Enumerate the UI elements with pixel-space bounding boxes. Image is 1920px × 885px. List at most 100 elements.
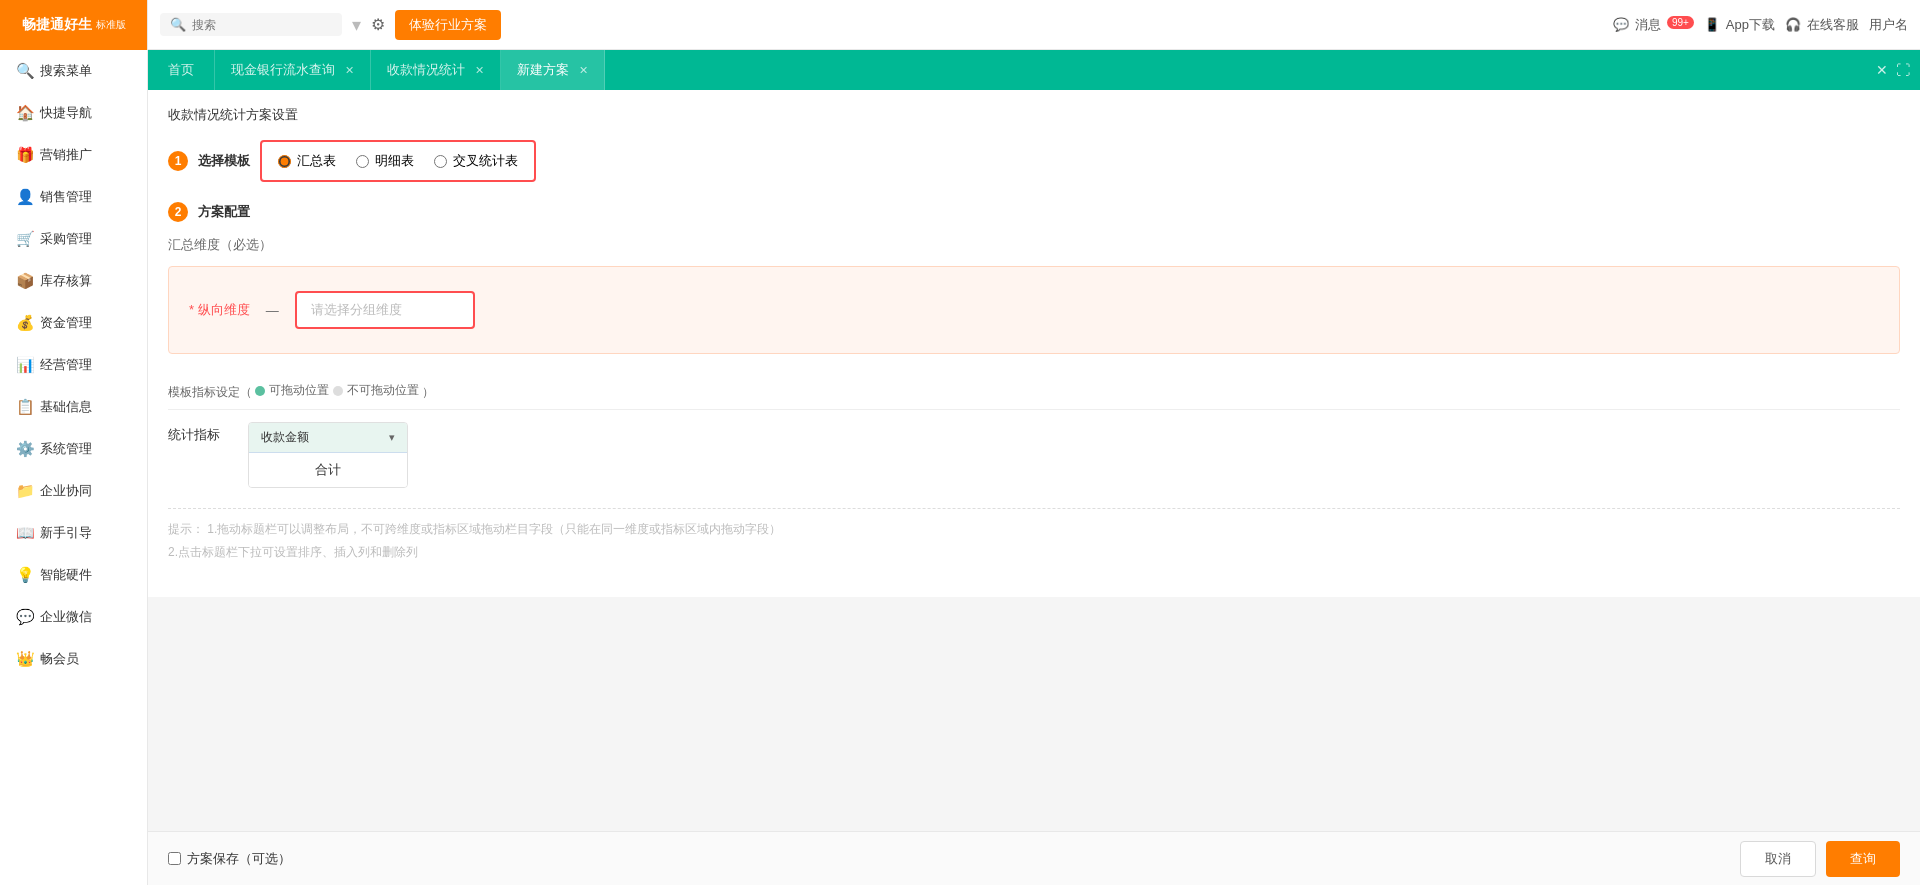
- search-input[interactable]: [192, 18, 332, 32]
- step2-header: 2 方案配置: [168, 202, 1900, 222]
- search-icon: 🔍: [170, 17, 186, 32]
- draggable-dot: [255, 386, 265, 396]
- metrics-dropdown-icon[interactable]: ▾: [389, 431, 395, 444]
- top-header: 🔍 ▾ ⚙ 体验行业方案 💬 消息 99+ 📱 App下载 🎧 在线客服 用户名: [148, 0, 1920, 50]
- sidebar-item-operations[interactable]: 📊 经营管理: [0, 344, 147, 386]
- brand-name: 畅捷通好生: [22, 16, 92, 34]
- radio-detail-label: 明细表: [375, 152, 414, 170]
- sidebar-label-inventory: 库存核算: [40, 272, 92, 290]
- basic-info-icon: 📋: [16, 398, 32, 416]
- tab-collection-stats[interactable]: 收款情况统计 ✕: [371, 50, 501, 90]
- sidebar-item-quick-nav[interactable]: 🏠 快捷导航: [0, 92, 147, 134]
- sidebar-label-finance: 资金管理: [40, 314, 92, 332]
- sidebar-item-system[interactable]: ⚙️ 系统管理: [0, 428, 147, 470]
- draggable-label: 可拖动位置: [269, 382, 329, 399]
- system-icon: ⚙️: [16, 440, 32, 458]
- page-container: 收款情况统计方案设置 1 选择模板 汇总表: [148, 90, 1920, 597]
- tab-home-label: 首页: [168, 61, 194, 79]
- sidebar-item-search-menu[interactable]: 🔍 搜索菜单: [0, 50, 147, 92]
- content-area: 收款情况统计方案设置 1 选择模板 汇总表: [148, 90, 1920, 831]
- beginner-guide-icon: 📖: [16, 524, 32, 542]
- sidebar-item-smart-hardware[interactable]: 💡 智能硬件: [0, 554, 147, 596]
- radio-detail-input[interactable]: [356, 155, 369, 168]
- sidebar-item-sales[interactable]: 👤 销售管理: [0, 176, 147, 218]
- save-checkbox[interactable]: [168, 852, 181, 865]
- sidebar-item-beginner-guide[interactable]: 📖 新手引导: [0, 512, 147, 554]
- search-box[interactable]: 🔍: [160, 13, 342, 36]
- footer-bar: 方案保存（可选） 取消 查询: [148, 831, 1920, 885]
- sidebar-label-marketing: 营销推广: [40, 146, 92, 164]
- sidebar-item-marketing[interactable]: 🎁 营销推广: [0, 134, 147, 176]
- search-menu-icon: 🔍: [16, 62, 32, 80]
- tab-home[interactable]: 首页: [148, 50, 215, 90]
- step1-header: 1 选择模板 汇总表 明细表: [168, 140, 1900, 182]
- smart-hardware-icon: 💡: [16, 566, 32, 584]
- step1-title: 选择模板: [198, 152, 250, 170]
- tab-new-plan[interactable]: 新建方案 ✕: [501, 50, 605, 90]
- message-action[interactable]: 💬 消息 99+: [1613, 16, 1694, 34]
- non-draggable-indicator: 不可拖动位置: [333, 382, 419, 399]
- radio-summary-label: 汇总表: [297, 152, 336, 170]
- query-button[interactable]: 查询: [1826, 841, 1900, 877]
- cancel-button[interactable]: 取消: [1740, 841, 1816, 877]
- quick-nav-icon: 🏠: [16, 104, 32, 122]
- sidebar-item-basic-info[interactable]: 📋 基础信息: [0, 386, 147, 428]
- dimension-row: * 纵向维度 — 请选择分组维度: [189, 291, 1879, 329]
- gear-icon[interactable]: ⚙: [371, 15, 385, 34]
- radio-summary[interactable]: 汇总表: [278, 152, 336, 170]
- finance-icon: 💰: [16, 314, 32, 332]
- sidebar-item-enterprise-collab[interactable]: 📁 企业协同: [0, 470, 147, 512]
- tab-bar-end: ✕ ⛶: [1866, 50, 1920, 90]
- download-label: App下载: [1726, 16, 1775, 34]
- message-badge: 99+: [1667, 16, 1694, 29]
- tab-new-plan-close[interactable]: ✕: [579, 64, 588, 77]
- member-icon: 👑: [16, 650, 32, 668]
- dimension-section-title: 汇总维度（必选）: [168, 236, 1900, 254]
- dropdown-arrow-icon[interactable]: ▾: [352, 14, 361, 36]
- sidebar-item-finance[interactable]: 💰 资金管理: [0, 302, 147, 344]
- sidebar-label-basic-info: 基础信息: [40, 398, 92, 416]
- tip-2-text: 2.点击标题栏下拉可设置排序、插入列和删除列: [168, 544, 418, 561]
- tab-collection-stats-close[interactable]: ✕: [475, 64, 484, 77]
- message-label: 消息: [1635, 16, 1661, 34]
- window-close-icon[interactable]: ✕: [1876, 62, 1888, 78]
- step2-section: 2 方案配置 汇总维度（必选） * 纵向维度 — 请选择分组维度: [168, 202, 1900, 561]
- metrics-table-header[interactable]: 收款金额 ▾: [249, 423, 407, 453]
- dimension-arrow: —: [266, 303, 279, 318]
- dimension-select[interactable]: 请选择分组维度: [295, 291, 475, 329]
- sidebar-label-quick-nav: 快捷导航: [40, 104, 92, 122]
- radio-cross[interactable]: 交叉统计表: [434, 152, 518, 170]
- step2-title: 方案配置: [198, 203, 250, 221]
- sidebar-item-enterprise-wechat[interactable]: 💬 企业微信: [0, 596, 147, 638]
- window-expand-icon[interactable]: ⛶: [1896, 62, 1910, 78]
- metrics-title-text: 模板指标设定（: [168, 385, 252, 399]
- metrics-section-title: 模板指标设定（ 可拖动位置 不可拖动位置 ）: [168, 382, 434, 401]
- stats-label: 统计指标: [168, 422, 228, 444]
- service-label: 在线客服: [1807, 16, 1859, 34]
- sidebar-item-purchase[interactable]: 🛒 采购管理: [0, 218, 147, 260]
- user-label: 用户名: [1869, 16, 1908, 34]
- download-action[interactable]: 📱 App下载: [1704, 16, 1775, 34]
- page-title: 收款情况统计方案设置: [168, 106, 1900, 124]
- sidebar-label-beginner-guide: 新手引导: [40, 524, 92, 542]
- sidebar-label-search-menu: 搜索菜单: [40, 62, 92, 80]
- metrics-table-cell: 合计: [249, 453, 407, 487]
- non-draggable-dot: [333, 386, 343, 396]
- service-action[interactable]: 🎧 在线客服: [1785, 16, 1859, 34]
- sidebar-item-member[interactable]: 👑 畅会员: [0, 638, 147, 680]
- sidebar: 畅捷通好生 标准版 🔍 搜索菜单 🏠 快捷导航 🎁 营销推广 👤 销售管理 🛒 …: [0, 0, 148, 885]
- step1-section: 1 选择模板 汇总表 明细表: [168, 140, 1900, 182]
- radio-summary-input[interactable]: [278, 155, 291, 168]
- step1-number: 1: [168, 151, 188, 171]
- sidebar-label-smart-hardware: 智能硬件: [40, 566, 92, 584]
- user-action[interactable]: 用户名: [1869, 16, 1908, 34]
- radio-detail[interactable]: 明细表: [356, 152, 414, 170]
- save-checkbox-label[interactable]: 方案保存（可选）: [168, 850, 291, 868]
- sidebar-label-member: 畅会员: [40, 650, 79, 668]
- sidebar-item-inventory[interactable]: 📦 库存核算: [0, 260, 147, 302]
- industry-button[interactable]: 体验行业方案: [395, 10, 501, 40]
- tab-bar: 首页 现金银行流水查询 ✕ 收款情况统计 ✕ 新建方案 ✕ ✕ ⛶: [148, 50, 1920, 90]
- radio-cross-input[interactable]: [434, 155, 447, 168]
- tab-bank-flow-close[interactable]: ✕: [345, 64, 354, 77]
- tab-bank-flow[interactable]: 现金银行流水查询 ✕: [215, 50, 371, 90]
